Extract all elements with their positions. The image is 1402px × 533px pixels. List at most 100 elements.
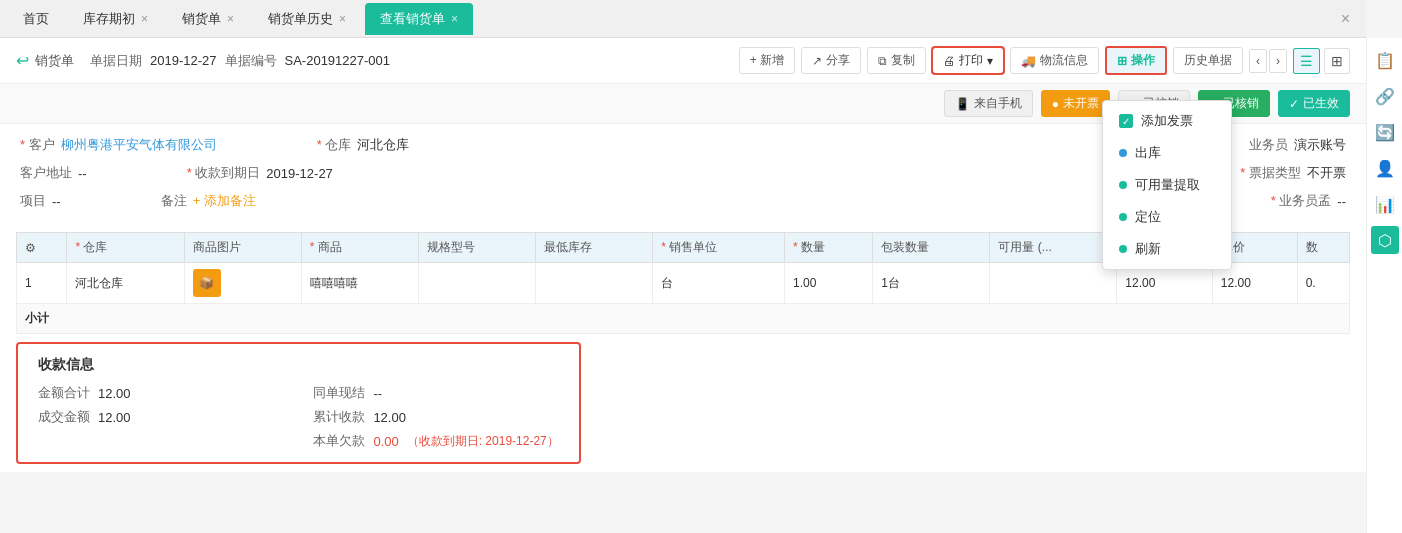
col-settings[interactable]: ⚙ — [17, 233, 67, 263]
logistics-icon: 🚚 — [1021, 54, 1036, 68]
row-min-stock — [536, 263, 653, 304]
close-sales-order[interactable]: × — [227, 12, 234, 26]
col-spec: 规格型号 — [418, 233, 535, 263]
note-field: 备注 + 添加备注 — [161, 192, 256, 210]
dropdown-outbound[interactable]: 出库 — [1103, 137, 1231, 169]
share-button[interactable]: ↗ 分享 — [801, 47, 861, 74]
sidebar-icon-chart[interactable]: 📊 — [1371, 190, 1399, 218]
close-inventory-init[interactable]: × — [141, 12, 148, 26]
due-date-field: 收款到期日 2019-12-27 — [187, 164, 333, 182]
doc-meta: 单据日期 2019-12-27 单据编号 SA-20191227-001 — [90, 52, 390, 70]
operations-button[interactable]: ⊞ 操作 — [1105, 46, 1167, 75]
copy-button[interactable]: ⧉ 复制 — [867, 47, 926, 74]
tab-view-sales[interactable]: 查看销货单 × — [365, 3, 473, 35]
transaction-label: 成交金额 — [38, 408, 90, 426]
print-icon: 🖨 — [943, 54, 955, 68]
col-min-stock: 最低库存 — [536, 233, 653, 263]
logistics-button[interactable]: 🚚 物流信息 — [1010, 47, 1099, 74]
same-order-value: -- — [373, 386, 382, 401]
sidebar-icon-link[interactable]: 🔗 — [1371, 82, 1399, 110]
subtotal-row: 小计 — [17, 304, 1350, 334]
total-amount-item: 金额合计 12.00 — [38, 384, 283, 402]
tab-home[interactable]: 首页 — [8, 3, 64, 35]
row-product: 嘻嘻嘻嘻 — [301, 263, 418, 304]
refresh-dot — [1119, 245, 1127, 253]
next-button[interactable]: › — [1269, 49, 1287, 73]
row-spec — [418, 263, 535, 304]
grid-view-button[interactable]: ⊞ — [1324, 48, 1350, 74]
same-order-item: 同单现结 -- — [313, 384, 558, 402]
view-toggle: ☰ ⊞ — [1293, 48, 1350, 74]
list-view-button[interactable]: ☰ — [1293, 48, 1320, 74]
tab-inventory-init[interactable]: 库存期初 × — [68, 3, 163, 35]
current-due-item: 本单欠款 0.00 （收款到期日: 2019-12-27） — [313, 432, 558, 450]
warehouse-label: 仓库 — [317, 136, 352, 154]
sidebar-icon-expand[interactable]: ⬡ — [1371, 226, 1399, 254]
col-qty: * 数量 — [784, 233, 872, 263]
customer-label: 客户 — [20, 136, 55, 154]
sidebar-icon-user[interactable]: 👤 — [1371, 154, 1399, 182]
employee-field: 业务员 演示账号 — [1249, 136, 1346, 154]
due-date-value: 2019-12-27 — [266, 166, 333, 181]
warehouse-value: 河北仓库 — [357, 136, 409, 154]
project-label: 项目 — [20, 192, 46, 210]
employee-value: 演示账号 — [1294, 136, 1346, 154]
effective-icon: ✓ — [1289, 97, 1299, 111]
tab-sales-order[interactable]: 销货单 × — [167, 3, 249, 35]
row-amount: 0. — [1297, 263, 1349, 304]
sidebar-icon-clipboard[interactable]: 📋 — [1371, 46, 1399, 74]
row-num: 1 — [17, 263, 67, 304]
outbound-dot — [1119, 149, 1127, 157]
dropdown-refresh[interactable]: 刷新 — [1103, 233, 1231, 265]
add-note-button[interactable]: + 添加备注 — [193, 192, 256, 210]
phone-icon: 📱 — [955, 97, 970, 111]
close-sales-history[interactable]: × — [339, 12, 346, 26]
dropdown-locate[interactable]: 定位 — [1103, 201, 1231, 233]
warehouse-field: 仓库 河北仓库 — [317, 136, 410, 154]
invoice-status-btn[interactable]: ● 未开票 — [1041, 90, 1110, 117]
operations-dropdown: ✓ 添加发票 出库 可用量提取 定位 刷新 — [1102, 100, 1232, 270]
ticket-type-value: 不开票 — [1307, 164, 1346, 182]
available-pickup-dot — [1119, 181, 1127, 189]
phone-status-btn[interactable]: 📱 来自手机 — [944, 90, 1033, 117]
effective-status-btn[interactable]: ✓ 已生效 — [1278, 90, 1350, 117]
doc-title: ↩ 销货单 — [16, 51, 74, 70]
customer-value[interactable]: 柳州粤港平安气体有限公司 — [61, 136, 217, 154]
nav-arrows: ‹ › — [1249, 49, 1287, 73]
close-view-sales[interactable]: × — [451, 12, 458, 26]
payment-info-box: 收款信息 金额合计 12.00 同单现结 -- 成交金额 12.00 累计收款 … — [16, 342, 581, 464]
row-pack-qty: 1台 — [873, 263, 990, 304]
project-value: -- — [52, 194, 61, 209]
print-button[interactable]: 🖨 打印 ▾ — [932, 47, 1004, 74]
col-unit: * 销售单位 — [653, 233, 785, 263]
history-button[interactable]: 历史单据 — [1173, 47, 1243, 74]
add-invoice-checkbox[interactable]: ✓ — [1119, 114, 1133, 128]
employee-label: 业务员 — [1249, 136, 1288, 154]
operations-icon: ⊞ — [1117, 54, 1127, 68]
current-due-value: 0.00 — [373, 434, 398, 449]
project-field: 项目 -- — [20, 192, 61, 210]
dropdown-available-pickup[interactable]: 可用量提取 — [1103, 169, 1231, 201]
col-product-img: 商品图片 — [184, 233, 301, 263]
share-icon: ↗ — [812, 54, 822, 68]
dropdown-add-invoice[interactable]: ✓ 添加发票 — [1103, 105, 1231, 137]
window-close-button[interactable]: × — [1333, 10, 1358, 28]
new-button[interactable]: + 新增 — [739, 47, 795, 74]
ticket-type-label: 票据类型 — [1240, 164, 1301, 182]
due-hint: （收款到期日: 2019-12-27） — [407, 433, 559, 450]
sales-person-label: 业务员孟 — [1271, 192, 1332, 210]
ticket-type-field: 票据类型 不开票 — [1240, 164, 1346, 182]
sidebar-icon-refresh[interactable]: 🔄 — [1371, 118, 1399, 146]
product-image: 📦 — [193, 269, 221, 297]
col-product: * 商品 — [301, 233, 418, 263]
copy-icon: ⧉ — [878, 54, 887, 68]
row-warehouse: 河北仓库 — [67, 263, 184, 304]
col-available: 可用量 (... — [990, 233, 1117, 263]
total-value: 12.00 — [98, 386, 131, 401]
sales-order-icon: ↩ — [16, 51, 29, 70]
prev-button[interactable]: ‹ — [1249, 49, 1267, 73]
invoice-icon: ● — [1052, 97, 1059, 111]
total-label: 金额合计 — [38, 384, 90, 402]
tab-sales-history[interactable]: 销货单历史 × — [253, 3, 361, 35]
payment-grid: 金额合计 12.00 同单现结 -- 成交金额 12.00 累计收款 12.00… — [38, 384, 559, 450]
